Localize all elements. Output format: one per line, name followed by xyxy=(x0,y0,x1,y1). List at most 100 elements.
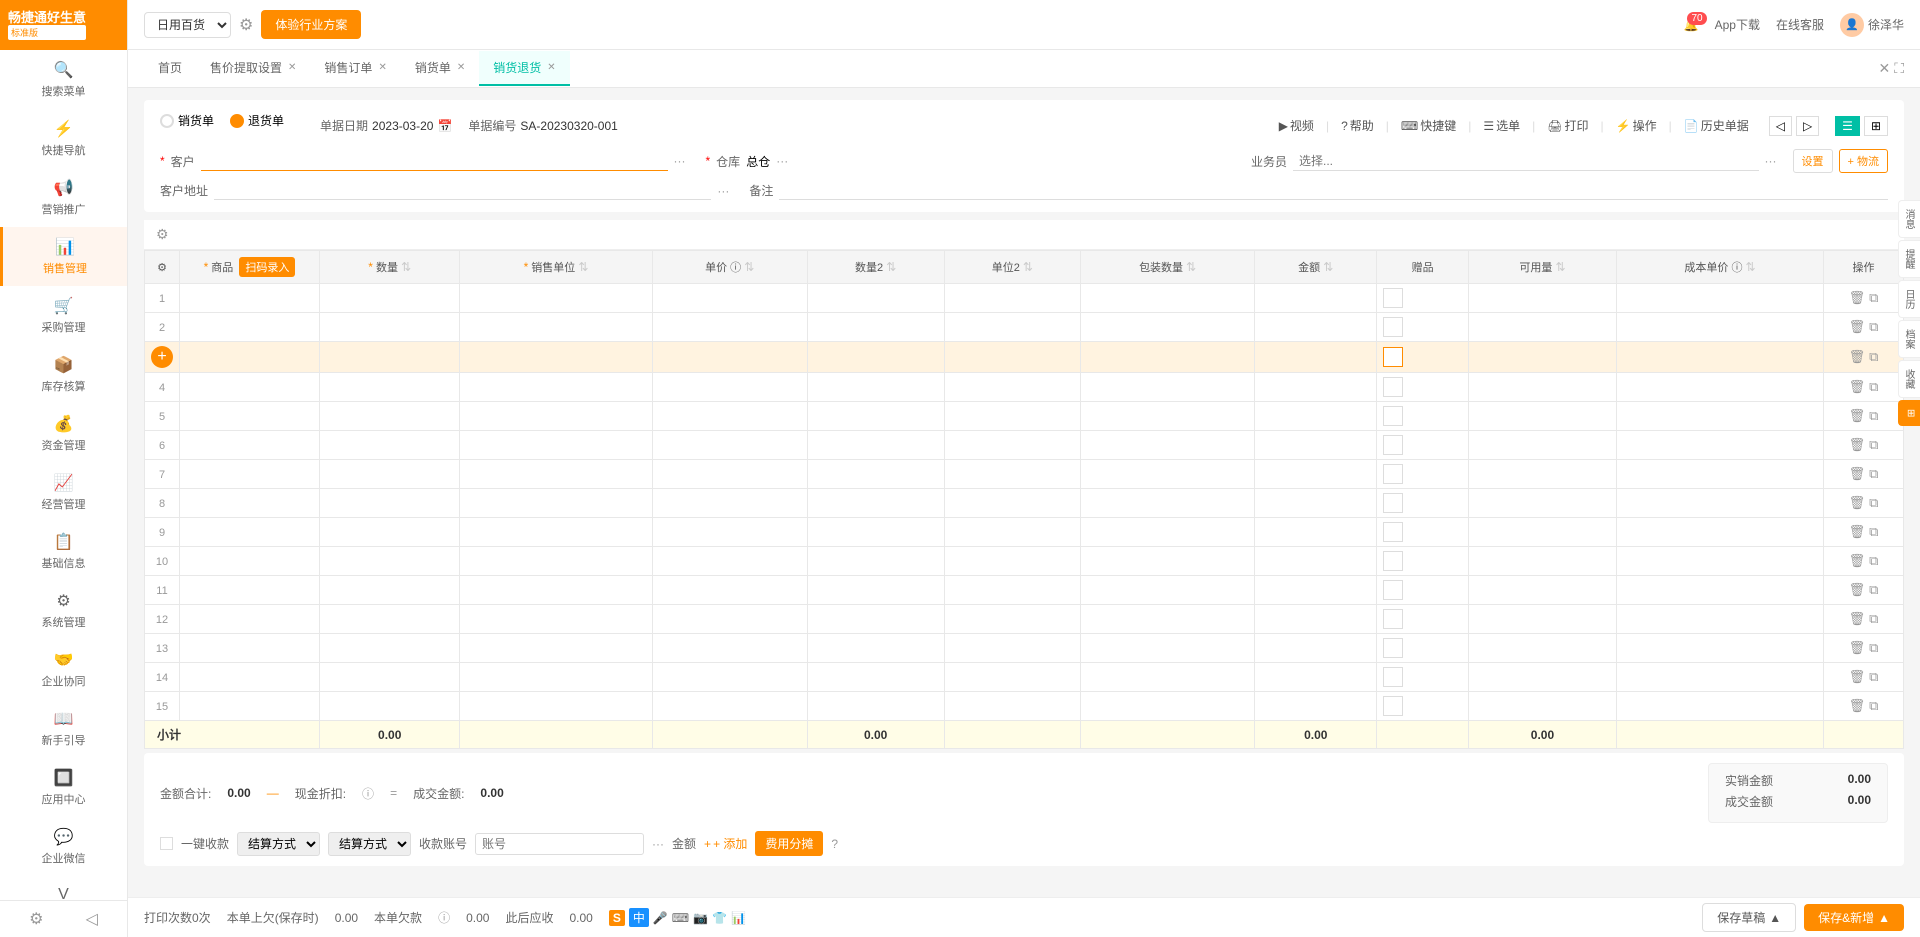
calendar-icon[interactable]: 📅 xyxy=(437,119,452,133)
amount-cell[interactable] xyxy=(1255,284,1377,313)
qty2-cell[interactable] xyxy=(807,342,944,373)
qty2-cell[interactable] xyxy=(807,313,944,342)
delete-icon[interactable]: 🗑 xyxy=(1849,553,1866,569)
gift-checkbox[interactable] xyxy=(1383,580,1403,600)
customer-picker-icon[interactable]: ··· xyxy=(674,154,686,168)
delete-icon[interactable]: 🗑 xyxy=(1849,524,1866,540)
right-btn-favorite[interactable]: 收藏 xyxy=(1898,360,1920,398)
help-action[interactable]: ? 帮助 xyxy=(1341,117,1374,134)
config-settings-btn[interactable]: 设置 xyxy=(1793,149,1833,173)
gift-checkbox[interactable] xyxy=(1383,522,1403,542)
tab-expand-icon[interactable]: ⛶ xyxy=(1894,60,1904,77)
qty2-cell[interactable] xyxy=(807,284,944,313)
copy-icon[interactable]: ⧉ xyxy=(1869,437,1878,453)
list-view-btn[interactable]: ☰ xyxy=(1835,116,1860,136)
delete-icon[interactable]: 🗑 xyxy=(1849,495,1866,511)
sale-unit-cell[interactable] xyxy=(460,284,652,313)
right-btn-files[interactable]: 档案 xyxy=(1898,320,1920,358)
tab-home[interactable]: 首页 xyxy=(144,51,196,86)
save-new-button[interactable]: 保存&新增 ▲ xyxy=(1804,904,1904,931)
gift-checkbox[interactable] xyxy=(1383,288,1403,308)
tab-close-all-icon[interactable]: ✕ xyxy=(1878,60,1890,77)
gift-checkbox[interactable] xyxy=(1383,493,1403,513)
input-icon-camera[interactable]: 📷 xyxy=(693,911,708,925)
copy-icon[interactable]: ⧉ xyxy=(1869,379,1878,395)
available-cell[interactable] xyxy=(1468,313,1616,342)
settings-bottom-icon[interactable]: ⚙ xyxy=(29,909,43,929)
scan-input-btn[interactable]: 扫码录入 xyxy=(239,257,295,277)
cost-price-cell[interactable] xyxy=(1617,313,1824,342)
address-picker-icon[interactable]: ··· xyxy=(717,184,729,198)
video-action[interactable]: ▶ 视频 xyxy=(1279,117,1314,134)
copy-icon[interactable]: ⧉ xyxy=(1869,524,1878,540)
input-icon-zhong[interactable]: 中 xyxy=(629,908,649,927)
add-payment-btn[interactable]: + + 添加 xyxy=(704,835,747,852)
input-icon-mic[interactable]: 🎤 xyxy=(653,911,668,925)
input-icon-chart[interactable]: 📊 xyxy=(731,911,746,925)
copy-icon[interactable]: ⧉ xyxy=(1869,640,1878,656)
quantity-cell[interactable] xyxy=(320,342,460,373)
gift-checkbox[interactable] xyxy=(1383,638,1403,658)
salesperson-input[interactable] xyxy=(1293,152,1758,171)
sidebar-item-sales[interactable]: 📊 销售管理 xyxy=(0,227,127,286)
quantity-cell[interactable] xyxy=(320,313,460,342)
unit-price-cell[interactable] xyxy=(652,342,807,373)
operate-action[interactable]: ⚡ 操作 xyxy=(1616,117,1657,134)
input-icon-s[interactable]: S xyxy=(609,910,625,926)
sidebar-item-weixin[interactable]: 💬 企业微信 xyxy=(0,817,127,876)
tab-close-icon[interactable]: ✕ xyxy=(378,62,386,73)
cost-price-cell[interactable] xyxy=(1617,342,1824,373)
product-cell[interactable] xyxy=(180,313,320,342)
copy-icon[interactable]: ⧉ xyxy=(1869,319,1878,335)
input-icon-shirt[interactable]: 👕 xyxy=(712,911,727,925)
gift-checkbox[interactable] xyxy=(1383,435,1403,455)
copy-icon[interactable]: ⧉ xyxy=(1869,582,1878,598)
unit-price-cell[interactable] xyxy=(652,313,807,342)
product-cell-active[interactable] xyxy=(180,342,320,373)
right-btn-calendar[interactable]: 日历 xyxy=(1898,280,1920,318)
customer-input[interactable] xyxy=(201,152,668,171)
delete-icon[interactable]: 🗑 xyxy=(1849,466,1866,482)
copy-icon[interactable]: ⧉ xyxy=(1869,553,1878,569)
gift-cell[interactable] xyxy=(1377,342,1469,373)
gift-checkbox[interactable] xyxy=(1383,609,1403,629)
available-cell[interactable] xyxy=(1468,342,1616,373)
cost-price-cell[interactable] xyxy=(1617,284,1824,313)
input-icon-keyboard[interactable]: ⌨ xyxy=(672,911,689,925)
gift-checkbox[interactable] xyxy=(1383,696,1403,716)
tab-close-icon[interactable]: ✕ xyxy=(288,62,296,73)
sidebar-item-inventory[interactable]: 📦 库存核算 xyxy=(0,345,127,404)
save-draft-button[interactable]: 保存草稿 ▲ xyxy=(1702,903,1796,932)
delete-icon[interactable]: 🗑 xyxy=(1849,349,1866,365)
pack-qty-cell[interactable] xyxy=(1081,284,1255,313)
gift-checkbox[interactable] xyxy=(1383,347,1403,367)
app-download-link[interactable]: App下载 xyxy=(1715,16,1760,33)
calc-method-select[interactable]: 结算方式 xyxy=(328,832,411,856)
sidebar-item-basic[interactable]: 📋 基础信息 xyxy=(0,522,127,581)
online-service-link[interactable]: 在线客服 xyxy=(1776,16,1824,33)
unit2-cell[interactable] xyxy=(944,313,1081,342)
copy-icon[interactable]: ⧉ xyxy=(1869,495,1878,511)
tab-sales[interactable]: 销货单 ✕ xyxy=(401,51,479,86)
tab-price-setting[interactable]: 售价提取设置 ✕ xyxy=(196,51,310,86)
sidebar-item-member[interactable]: V 畅会员 xyxy=(0,876,127,900)
sidebar-item-appstore[interactable]: 🔲 应用中心 xyxy=(0,758,127,817)
col-settings[interactable]: ⚙ xyxy=(145,251,180,284)
delete-icon[interactable]: 🗑 xyxy=(1849,582,1866,598)
sidebar-item-shortcut[interactable]: ⚡ 快捷导航 xyxy=(0,109,127,168)
tab-close-icon[interactable]: ✕ xyxy=(457,62,465,73)
delete-icon[interactable]: 🗑 xyxy=(1849,437,1866,453)
right-btn-active[interactable]: ⊞ xyxy=(1898,400,1920,426)
sale-unit-cell[interactable] xyxy=(460,342,652,373)
user-area[interactable]: 👤 徐泽华 xyxy=(1840,13,1904,37)
sidebar-item-operations[interactable]: 📈 经营管理 xyxy=(0,463,127,522)
doc-owed-hint[interactable]: ⓘ xyxy=(438,909,450,926)
remark-input[interactable] xyxy=(779,181,1888,200)
prev-btn[interactable]: ◁ xyxy=(1769,116,1792,136)
table-settings-btn[interactable]: ⚙ xyxy=(156,226,169,243)
copy-icon[interactable]: ⧉ xyxy=(1869,349,1878,365)
settlement-method-select[interactable]: 结算方式 xyxy=(237,832,320,856)
unit2-cell[interactable] xyxy=(944,342,1081,373)
copy-icon[interactable]: ⧉ xyxy=(1869,408,1878,424)
pack-qty-cell[interactable] xyxy=(1081,313,1255,342)
